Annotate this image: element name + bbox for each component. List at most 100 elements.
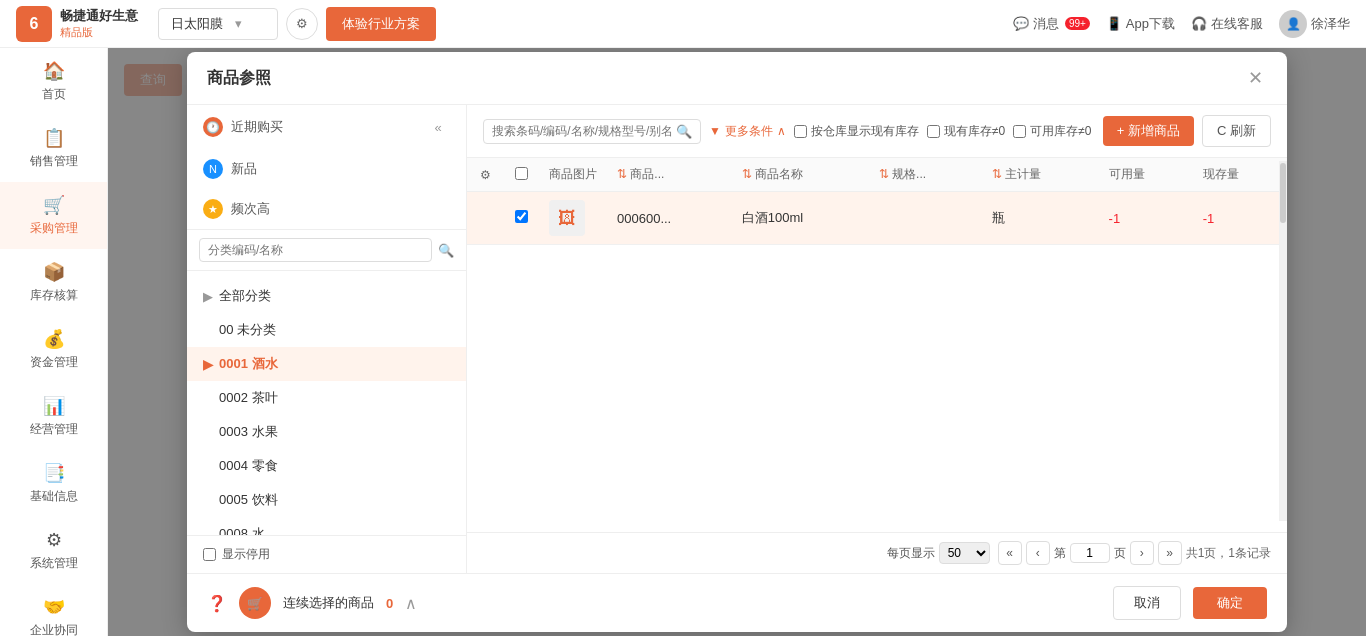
page-nav: « ‹ 第 页 › » 共1页，1条记录 bbox=[998, 541, 1271, 565]
product-panel: 🔍 ▼ 更多条件 ∧ 按仓库显示现有库存 bbox=[467, 105, 1287, 573]
cart-button[interactable]: 🛒 bbox=[239, 587, 271, 619]
page-first-button[interactable]: « bbox=[998, 541, 1022, 565]
star-icon: ★ bbox=[203, 199, 223, 219]
cat-0002[interactable]: 0002 茶叶 bbox=[187, 381, 466, 415]
shortcut-frequent[interactable]: ★ 频次高 bbox=[187, 189, 466, 229]
product-search-icon[interactable]: 🔍 bbox=[676, 124, 692, 139]
warehouse-filter-checkbox[interactable]: 按仓库显示现有库存 bbox=[794, 123, 919, 140]
col-unit[interactable]: ⇅ 主计量 bbox=[982, 158, 1099, 192]
cat-0003[interactable]: 0003 水果 bbox=[187, 415, 466, 449]
arrow-icon: ▶ bbox=[203, 289, 213, 304]
product-table: ⚙ 商品图片 ⇅ bbox=[467, 158, 1287, 532]
product-search-input[interactable] bbox=[492, 124, 672, 138]
headset-icon: 🎧 bbox=[1191, 16, 1207, 31]
scroll-thumb bbox=[1280, 163, 1286, 223]
page-prev-button[interactable]: ‹ bbox=[1026, 541, 1050, 565]
scroll-bar[interactable] bbox=[1279, 161, 1287, 521]
shortcut-recent[interactable]: 🕐 近期购买 « bbox=[187, 105, 466, 149]
confirm-button[interactable]: 确定 bbox=[1193, 587, 1267, 619]
cat-0005[interactable]: 0005 饮料 bbox=[187, 483, 466, 517]
shortcut-new[interactable]: N 新品 bbox=[187, 149, 466, 189]
row-name: 白酒100ml bbox=[732, 192, 869, 245]
messages-button[interactable]: 💬 消息 99+ bbox=[1013, 15, 1090, 33]
sidebar-item-basic-info[interactable]: 📑 基础信息 bbox=[0, 450, 107, 517]
inventory-icon: 📦 bbox=[43, 261, 65, 283]
sidebar-item-system[interactable]: ⚙ 系统管理 bbox=[0, 517, 107, 584]
nav-right: 💬 消息 99+ 📱 App下载 🎧 在线客服 👤 徐泽华 bbox=[1013, 10, 1350, 38]
show-disabled-toggle[interactable]: 显示停用 bbox=[187, 535, 466, 573]
avatar-img: 👤 bbox=[1279, 10, 1307, 38]
select-all-checkbox[interactable] bbox=[515, 167, 528, 180]
category-search: 🔍 bbox=[187, 230, 466, 271]
col-available[interactable]: 可用量 bbox=[1099, 158, 1193, 192]
cart-icon: 🛒 bbox=[247, 596, 263, 611]
col-name[interactable]: ⇅ 商品名称 bbox=[732, 158, 869, 192]
page-last-button[interactable]: » bbox=[1158, 541, 1182, 565]
home-icon: 🏠 bbox=[43, 60, 65, 82]
sidebar-item-inventory[interactable]: 📦 库存核算 bbox=[0, 249, 107, 316]
product-reference-modal: 商品参照 ✕ 🕐 近期购买 « N 新品 bbox=[187, 52, 1287, 632]
basic-info-icon: 📑 bbox=[43, 462, 65, 484]
col-checkbox bbox=[503, 158, 539, 192]
category-list: ▶ 全部分类 00 未分类 ▶ 0001 酒水 0002 茶叶 bbox=[187, 271, 466, 535]
finance-icon: 💰 bbox=[43, 328, 65, 350]
cat-all[interactable]: ▶ 全部分类 bbox=[187, 279, 466, 313]
chevron-down-icon: ▾ bbox=[235, 16, 242, 31]
sort-icon3: ⇅ bbox=[879, 167, 889, 181]
collapse-button[interactable]: « bbox=[426, 115, 450, 139]
app-download-button[interactable]: 📱 App下载 bbox=[1106, 15, 1175, 33]
page-size-dropdown[interactable]: 50 10 20 100 bbox=[939, 542, 990, 564]
logo-text: 畅捷通好生意 精品版 bbox=[60, 7, 138, 40]
gear-icon: ⚙ bbox=[296, 16, 308, 31]
more-filter-button[interactable]: ▼ 更多条件 ∧ bbox=[709, 123, 786, 140]
page-next-button[interactable]: › bbox=[1130, 541, 1154, 565]
footer-collapse-icon[interactable]: ∧ bbox=[405, 594, 417, 613]
cat-00[interactable]: 00 未分类 bbox=[187, 313, 466, 347]
recent-icon: 🕐 bbox=[203, 117, 223, 137]
continuous-select-label: 连续选择的商品 bbox=[283, 594, 374, 612]
refresh-product-button[interactable]: C 刷新 bbox=[1202, 115, 1271, 147]
sidebar: 🏠 首页 📋 销售管理 🛒 采购管理 📦 库存核算 💰 资金管理 📊 经营管理 … bbox=[0, 48, 108, 636]
row-settings bbox=[467, 192, 503, 245]
product-search-box: 🔍 bbox=[483, 119, 701, 144]
search-icon[interactable]: 🔍 bbox=[438, 243, 454, 258]
top-nav: 6 畅捷通好生意 精品版 日太阳膜 ▾ ⚙ 体验行业方案 💬 消息 99+ 📱 … bbox=[0, 0, 1366, 48]
help-icon[interactable]: ❓ bbox=[207, 594, 227, 613]
cat-0008[interactable]: 0008 水 bbox=[187, 517, 466, 535]
cancel-button[interactable]: 取消 bbox=[1113, 586, 1181, 620]
add-product-button[interactable]: + 新增商品 bbox=[1103, 116, 1194, 146]
col-spec[interactable]: ⇅ 规格... bbox=[869, 158, 982, 192]
cat-0001[interactable]: ▶ 0001 酒水 bbox=[187, 347, 466, 381]
page-number-input[interactable] bbox=[1070, 543, 1110, 563]
settings-col-icon[interactable]: ⚙ bbox=[480, 168, 491, 182]
sidebar-item-enterprise[interactable]: 🤝 企业协同 bbox=[0, 584, 107, 636]
online-service-button[interactable]: 🎧 在线客服 bbox=[1191, 15, 1263, 33]
sidebar-item-operations[interactable]: 📊 经营管理 bbox=[0, 383, 107, 450]
col-code[interactable]: ⇅ 商品... bbox=[607, 158, 732, 192]
available-filter-checkbox[interactable]: 现有库存≠0 bbox=[927, 123, 1005, 140]
row-spec bbox=[869, 192, 982, 245]
sidebar-item-purchase[interactable]: 🛒 采购管理 bbox=[0, 182, 107, 249]
category-panel: 🕐 近期购买 « N 新品 ★ 频次高 bbox=[187, 105, 467, 573]
category-search-input[interactable] bbox=[199, 238, 432, 262]
settings-button[interactable]: ⚙ bbox=[286, 8, 318, 40]
product-thumb: 🖼 bbox=[549, 200, 585, 236]
row-image: 🖼 bbox=[539, 192, 607, 245]
store-selector[interactable]: 日太阳膜 ▾ bbox=[158, 8, 278, 40]
usable-filter-checkbox[interactable]: 可用库存≠0 bbox=[1013, 123, 1091, 140]
table-row[interactable]: 🖼 000600... 白酒100ml 瓶 -1 -1 bbox=[467, 192, 1287, 245]
row-stock: -1 bbox=[1193, 192, 1287, 245]
user-avatar[interactable]: 👤 徐泽华 bbox=[1279, 10, 1350, 38]
sidebar-item-sales[interactable]: 📋 销售管理 bbox=[0, 115, 107, 182]
modal-close-button[interactable]: ✕ bbox=[1243, 66, 1267, 90]
phone-icon: 📱 bbox=[1106, 16, 1122, 31]
modal-footer: ❓ 🛒 连续选择的商品 0 ∧ 取消 确定 bbox=[187, 573, 1287, 632]
cat-0004[interactable]: 0004 零食 bbox=[187, 449, 466, 483]
operations-icon: 📊 bbox=[43, 395, 65, 417]
row-checkbox[interactable] bbox=[503, 192, 539, 245]
experience-button[interactable]: 体验行业方案 bbox=[326, 7, 436, 41]
sidebar-item-finance[interactable]: 💰 资金管理 bbox=[0, 316, 107, 383]
sidebar-item-home[interactable]: 🏠 首页 bbox=[0, 48, 107, 115]
row-available: -1 bbox=[1099, 192, 1193, 245]
show-disabled-checkbox[interactable] bbox=[203, 548, 216, 561]
